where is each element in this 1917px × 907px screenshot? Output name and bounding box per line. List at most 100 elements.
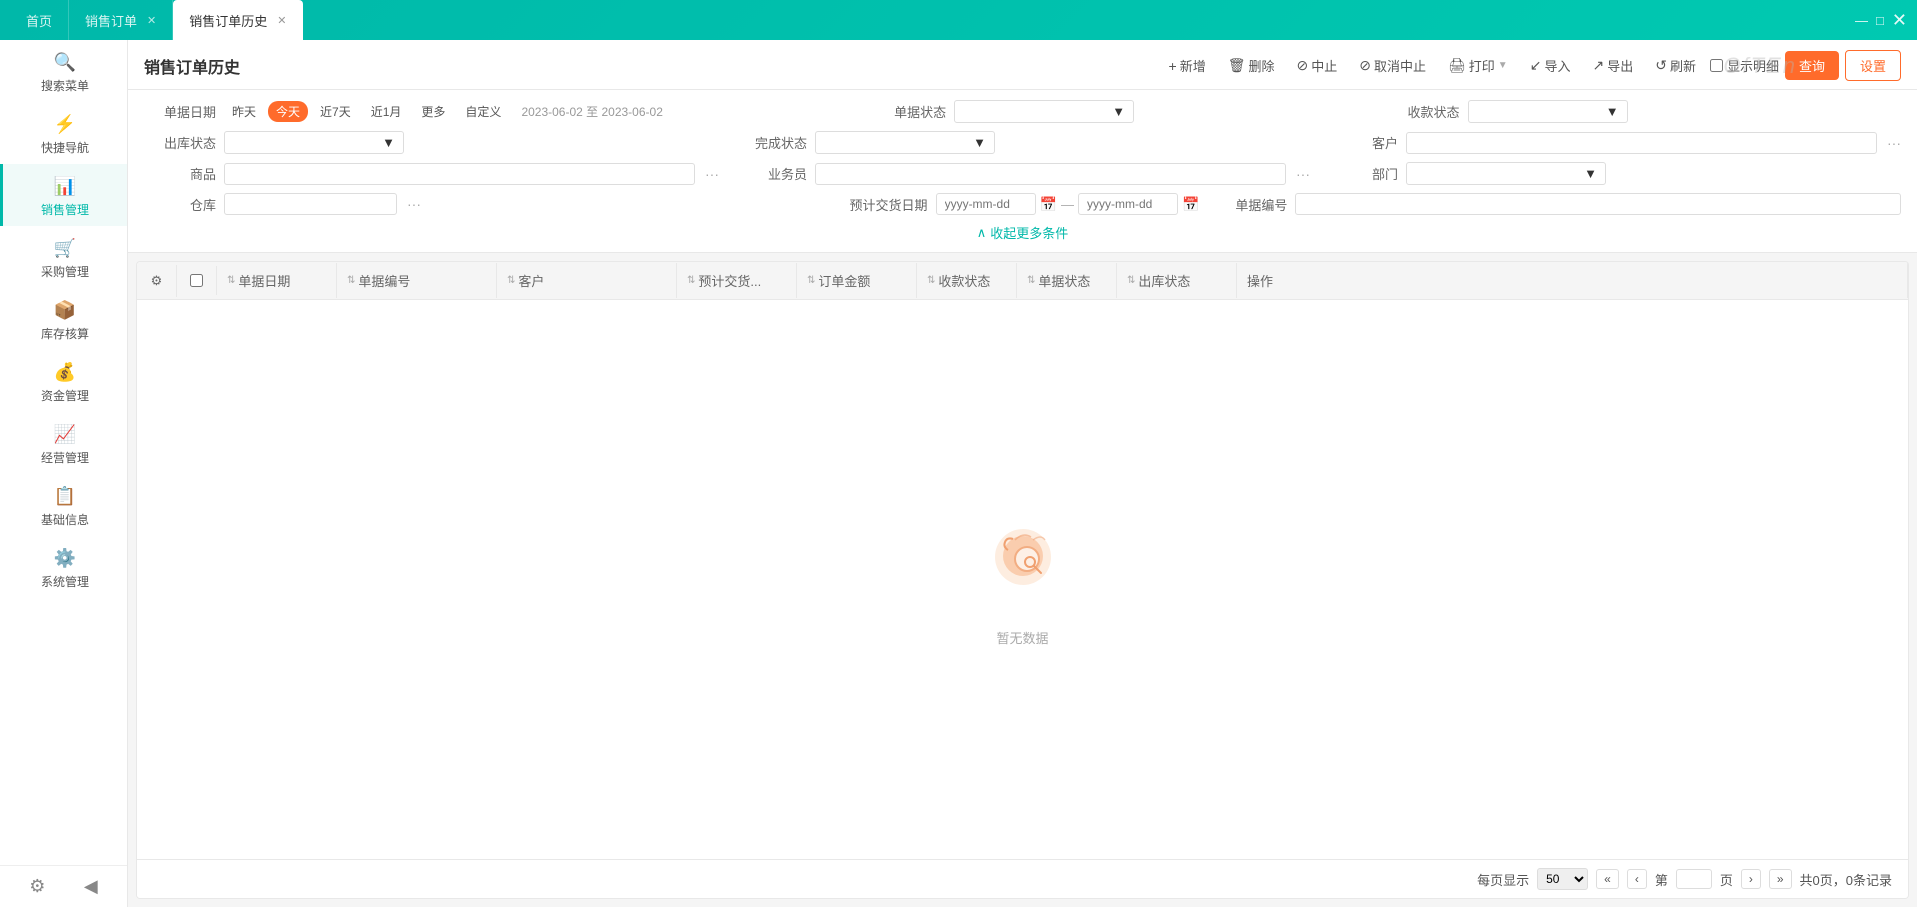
select-all-checkbox[interactable] <box>190 274 203 287</box>
date-tab-today[interactable]: 今天 <box>268 101 308 122</box>
sort-amount-icon[interactable]: ⇅ <box>807 275 815 286</box>
th-pay-status: ⇅ 收款状态 <box>917 263 1017 298</box>
cancel-stop-button[interactable]: ⊘ 取消中止 <box>1351 52 1434 79</box>
sort-date-icon[interactable]: ⇅ <box>227 275 235 286</box>
page-number-input[interactable]: 1 <box>1676 869 1712 889</box>
maximize-icon[interactable]: □ <box>1876 13 1884 28</box>
order-no-label: 单据编号 <box>1215 195 1295 214</box>
refresh-button[interactable]: ↺ 刷新 <box>1647 52 1704 79</box>
pay-status-select[interactable]: ▼ <box>1468 100 1628 123</box>
customer-more-icon[interactable]: ··· <box>1887 135 1901 151</box>
chevron-down-icon4: ▼ <box>973 135 986 150</box>
sidebar-item-inventory[interactable]: 📦 库存核算 <box>0 288 127 350</box>
out-label: 出库状态 <box>144 133 224 152</box>
sidebar-item-quicknav[interactable]: ⚡ 快捷导航 <box>0 102 127 164</box>
main-layout: 🔍 搜索菜单 ⚡ 快捷导航 📊 销售管理 🛒 采购管理 📦 库存核算 💰 资金管… <box>0 40 1917 907</box>
stop-button[interactable]: ⊘ 中止 <box>1289 52 1346 79</box>
empty-state: 暂无数据 <box>137 300 1908 859</box>
goods-input[interactable] <box>224 163 695 185</box>
add-button[interactable]: + 新增 <box>1161 52 1214 79</box>
date-tab-yesterday[interactable]: 昨天 <box>224 101 264 122</box>
sort-delivery-icon[interactable]: ⇅ <box>687 275 695 286</box>
close-sales-order-tab[interactable]: ✕ <box>147 14 156 27</box>
export-icon: ↗ <box>1592 57 1604 74</box>
th-op: 操作 <box>1237 263 1908 298</box>
sidebar-item-sales[interactable]: 📊 销售管理 <box>0 164 127 226</box>
goods-more-icon[interactable]: ··· <box>705 166 719 182</box>
tab-home[interactable]: 首页 <box>10 0 69 40</box>
date-tab-7days[interactable]: 近7天 <box>312 101 359 122</box>
warehouse-input[interactable] <box>224 193 397 215</box>
per-page-select[interactable]: 50 10 20 100 <box>1537 868 1588 890</box>
settings-button[interactable]: 设置 <box>1845 50 1901 81</box>
next-page-button[interactable]: › <box>1741 869 1761 889</box>
collapse-row[interactable]: ∧ 收起更多条件 <box>144 223 1901 242</box>
warehouse-more-icon[interactable]: ··· <box>407 196 421 212</box>
tab-sales-order-history[interactable]: 销售订单历史 ✕ <box>173 0 303 40</box>
sidebar-item-system[interactable]: ⚙️ 系统管理 <box>0 536 127 598</box>
sidebar-item-management[interactable]: 📈 经营管理 <box>0 412 127 474</box>
pay-status-filter-value: ▼ <box>1468 100 1901 123</box>
tab-sales-order[interactable]: 销售订单 ✕ <box>69 0 173 40</box>
status-select[interactable]: ▼ <box>954 100 1134 123</box>
dept-select[interactable]: ▼ <box>1406 162 1606 185</box>
th-check[interactable] <box>177 266 217 295</box>
complete-status-select[interactable]: ▼ <box>815 131 995 154</box>
date-tab-1month[interactable]: 近1月 <box>363 101 410 122</box>
sidebar-item-purchase[interactable]: 🛒 采购管理 <box>0 226 127 288</box>
date-tab-custom[interactable]: 自定义 <box>457 101 509 122</box>
sort-out-icon[interactable]: ⇅ <box>1127 275 1135 286</box>
th-customer: ⇅ 客户 <box>497 263 677 298</box>
date-label: 单据日期 <box>144 102 224 121</box>
sort-num-icon[interactable]: ⇅ <box>347 275 355 286</box>
close-window-icon[interactable]: ✕ <box>1892 10 1907 31</box>
complete-filter-value: ▼ <box>815 131 1310 154</box>
date-tab-more[interactable]: 更多 <box>413 101 453 122</box>
table-settings-icon[interactable]: ⚙ <box>151 273 163 289</box>
total-text: 共0页，0条记录 <box>1800 870 1892 889</box>
customer-input[interactable] <box>1406 132 1877 154</box>
first-page-button[interactable]: « <box>1596 869 1619 889</box>
calendar-end-icon[interactable]: 📅 <box>1182 196 1199 213</box>
salesman-input[interactable] <box>815 163 1286 185</box>
filter-row-3: 商品 ··· 业务员 ··· 部门 ▼ <box>144 162 1901 185</box>
out-status-select[interactable]: ▼ <box>224 131 404 154</box>
filter-row-4: 仓库 ··· 预计交货日期 📅 — 📅 单据编号 <box>144 193 1901 215</box>
import-button[interactable]: ↙ 导入 <box>1522 52 1579 79</box>
add-icon: + <box>1169 58 1177 74</box>
minimize-icon[interactable]: — <box>1855 13 1868 28</box>
sidebar-item-finance[interactable]: 💰 资金管理 <box>0 350 127 412</box>
show-detail-checkbox[interactable] <box>1710 59 1723 72</box>
last-page-button[interactable]: » <box>1769 869 1792 889</box>
sidebar-settings-icon[interactable]: ⚙ <box>29 876 45 897</box>
calendar-start-icon[interactable]: 📅 <box>1040 196 1057 213</box>
order-no-input[interactable] <box>1295 193 1901 215</box>
inventory-icon: 📦 <box>54 300 76 321</box>
delivery-date-label: 预计交货日期 <box>846 195 936 214</box>
delivery-date-end[interactable] <box>1078 193 1178 215</box>
export-button[interactable]: ↗ 导出 <box>1584 52 1641 79</box>
delete-button[interactable]: 🗑 删除 <box>1220 52 1283 79</box>
sort-customer-icon[interactable]: ⇅ <box>507 275 515 286</box>
close-history-tab[interactable]: ✕ <box>277 14 286 27</box>
delivery-date-start[interactable] <box>936 193 1036 215</box>
page-prefix: 第 <box>1655 870 1668 889</box>
sort-order-icon[interactable]: ⇅ <box>1027 275 1035 286</box>
query-button[interactable]: 查询 <box>1785 51 1839 80</box>
per-page-label: 每页显示 <box>1477 870 1529 889</box>
sidebar-item-basic[interactable]: 📋 基础信息 <box>0 474 127 536</box>
th-date: ⇅ 单据日期 <box>217 263 337 298</box>
prev-page-button[interactable]: ‹ <box>1627 869 1647 889</box>
salesman-more-icon[interactable]: ··· <box>1296 166 1310 182</box>
th-delivery: ⇅ 预计交货... <box>677 263 797 298</box>
sort-pay-icon[interactable]: ⇅ <box>927 275 935 286</box>
th-settings[interactable]: ⚙ <box>137 265 177 297</box>
print-button[interactable]: 🖨 打印 ▼ <box>1440 52 1516 79</box>
chevron-down-icon: ▼ <box>1112 104 1125 119</box>
sidebar-collapse-icon[interactable]: ◀ <box>84 876 98 897</box>
sidebar-item-search[interactable]: 🔍 搜索菜单 <box>0 40 127 102</box>
pagination-bar: 每页显示 50 10 20 100 « ‹ 第 1 页 › » 共0页，0条记录 <box>137 859 1908 898</box>
page-title: 销售订单历史 <box>144 54 240 78</box>
goods-label: 商品 <box>144 164 224 183</box>
th-amount: ⇅ 订单金额 <box>797 263 917 298</box>
